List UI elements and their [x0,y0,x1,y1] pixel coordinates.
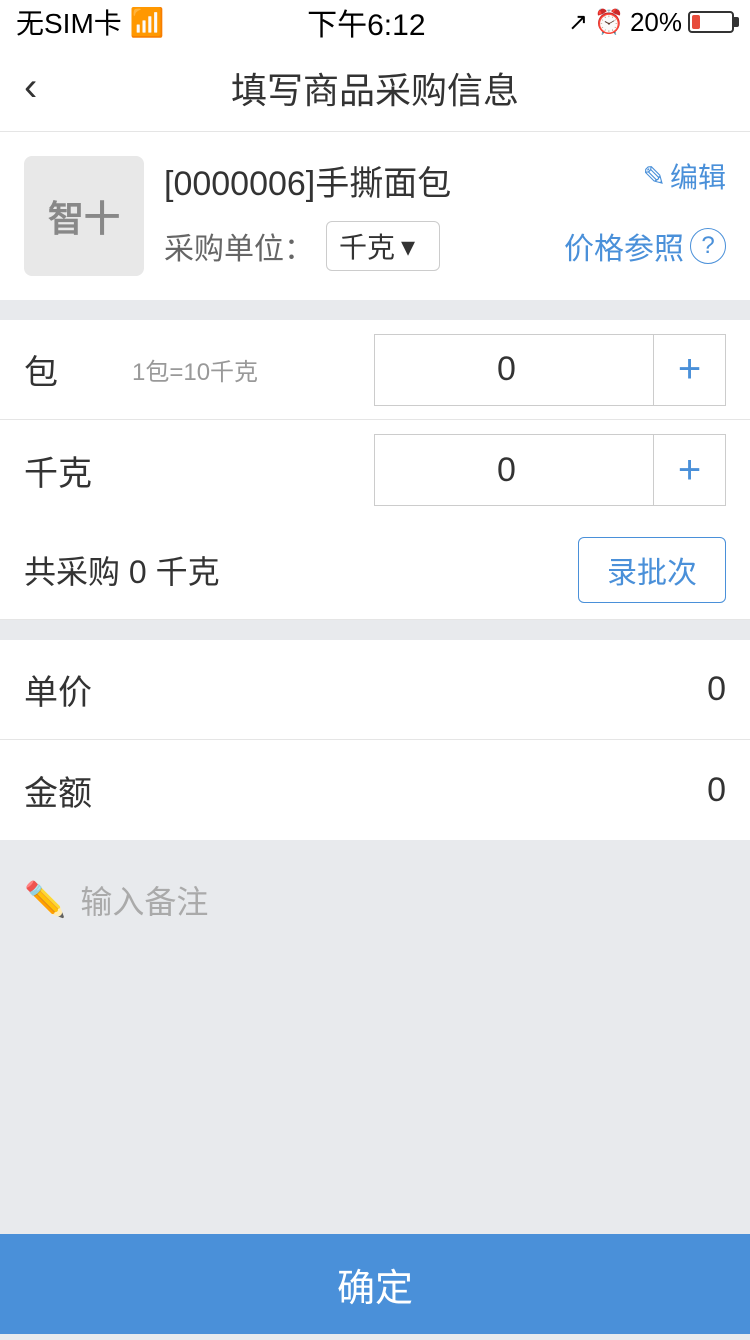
product-name: [0000006]手撕面包 [164,156,451,205]
kg-plus-button[interactable]: + [654,434,726,506]
product-thumb-text: 智十 [48,190,120,242]
edit-button[interactable]: ✎ 编辑 [643,156,726,196]
wifi-icon: 📶 [130,6,165,39]
battery-icon [688,11,734,33]
carrier-label: 无SIM卡 [16,2,122,42]
unit-value: 千克 [339,226,395,266]
bag-input[interactable] [374,334,654,406]
total-batch-row: 共采购 0 千克 录批次 [0,520,750,620]
alarm-icon: ⏰ [594,8,624,37]
unit-price-value: 0 [707,670,726,709]
status-right: ↗ ⏰ 20% [568,7,734,38]
kg-field-wrap: + [374,434,726,506]
amount-row: 金额 0 [0,740,750,840]
price-ref-button[interactable]: 价格参照 ? [564,224,726,268]
status-time: 下午6:12 [307,0,425,44]
product-thumbnail: 智十 [24,156,144,276]
product-header: [0000006]手撕面包 ✎ 编辑 [164,156,726,205]
bag-field-wrap: + [374,334,726,406]
price-ref-label: 价格参照 [564,224,684,268]
amount-value: 0 [707,771,726,810]
page-title: 填写商品采购信息 [231,62,519,114]
status-bar: 无SIM卡 📶 下午6:12 ↗ ⏰ 20% [0,0,750,44]
note-placeholder: 输入备注 [80,877,208,923]
back-button[interactable]: ‹ [24,65,37,110]
product-info: [0000006]手撕面包 ✎ 编辑 采购单位： 千克 ▾ 价格参照 ? [164,156,726,271]
unit-select[interactable]: 千克 ▾ [326,221,440,271]
product-card: 智十 [0000006]手撕面包 ✎ 编辑 采购单位： 千克 ▾ 价格参照 ? [0,132,750,300]
note-icon: ✏️ [24,880,66,920]
price-section: 单价 0 金额 0 [0,640,750,840]
bag-label: 包 [24,345,124,394]
amount-label: 金额 [24,766,92,815]
status-left: 无SIM卡 📶 [16,2,165,42]
kg-input[interactable] [374,434,654,506]
edit-icon: ✎ [643,160,666,193]
nav-bar: ‹ 填写商品采购信息 [0,44,750,132]
divider-1 [0,300,750,320]
unit-label: 采购单位： [164,224,314,268]
kg-label: 千克 [24,446,124,495]
note-area[interactable]: ✏️ 输入备注 [0,840,750,960]
unit-arrow-icon: ▾ [401,230,415,263]
confirm-button[interactable]: 确定 [0,1234,750,1334]
bag-sublabel: 1包=10千克 [132,352,374,387]
bag-plus-button[interactable]: + [654,334,726,406]
kg-input-row: 千克 + [0,420,750,520]
divider-2 [0,620,750,640]
input-section: 包 1包=10千克 + 千克 + [0,320,750,520]
batch-button[interactable]: 录批次 [578,537,726,603]
battery-percent: 20% [630,7,682,38]
unit-price-row: 单价 0 [0,640,750,740]
bag-input-row: 包 1包=10千克 + [0,320,750,420]
help-icon: ? [690,228,726,264]
unit-price-label: 单价 [24,665,92,714]
product-unit-row: 采购单位： 千克 ▾ 价格参照 ? [164,221,726,271]
location-icon: ↗ [568,8,588,37]
total-text: 共采购 0 千克 [24,547,220,593]
edit-label: 编辑 [670,156,726,196]
